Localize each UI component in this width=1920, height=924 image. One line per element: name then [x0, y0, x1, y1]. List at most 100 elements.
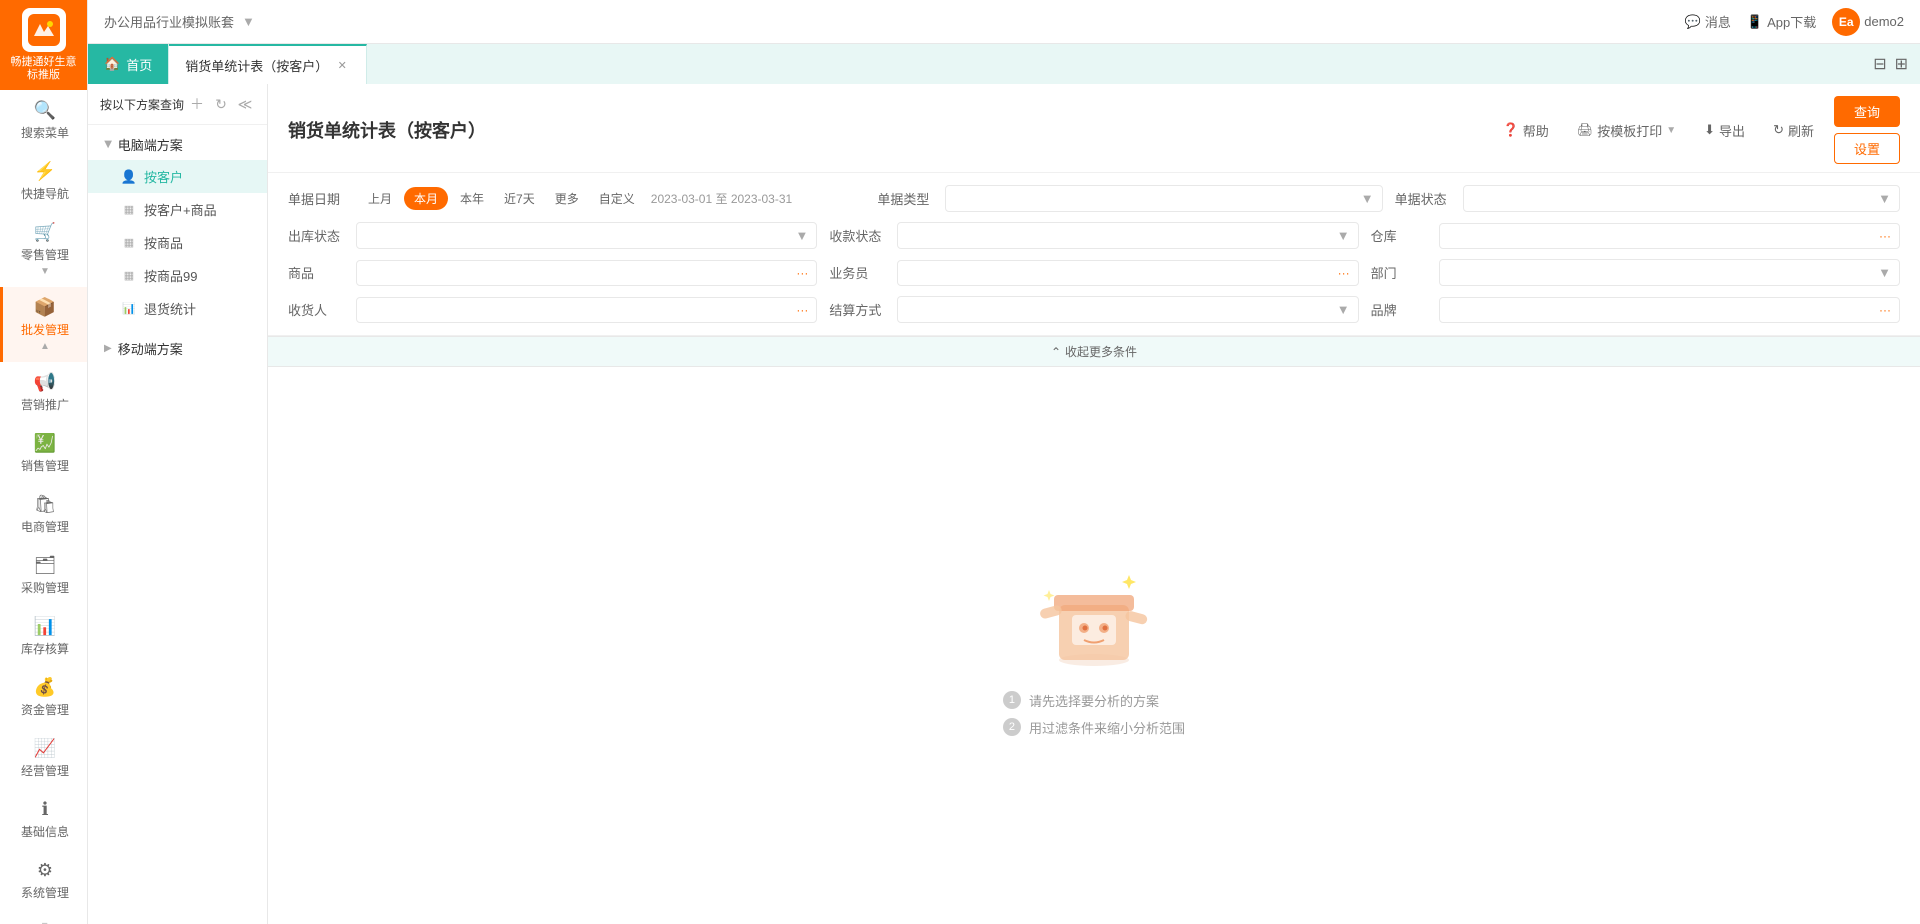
wholesale-arrow-icon: ▲	[40, 341, 50, 352]
logo[interactable]: 畅捷通好生意 标推版	[0, 0, 87, 90]
tree-item-by-goods99[interactable]: ▦ 按商品99	[88, 259, 267, 292]
brand-field[interactable]: ···	[1439, 297, 1900, 323]
add-scheme-btn[interactable]: ＋	[187, 94, 207, 114]
sidebar-item-basic-info[interactable]: ℹ 基础信息	[0, 789, 87, 850]
left-panel-title: 按以下方案查询	[100, 96, 184, 113]
tree-group-mobile-header[interactable]: ▶ 移动端方案	[88, 333, 267, 364]
sidebar-item-sales-mgmt[interactable]: 💹 销售管理	[0, 423, 87, 484]
filter-row-4: 收货人 ··· 结算方式 ▼ 品牌	[288, 296, 1900, 323]
app-name: 畅捷通好生意 标推版	[11, 56, 77, 82]
sidebar-item-quick-nav[interactable]: ⚡ 快捷导航	[0, 151, 87, 212]
settlement-dropdown-icon: ▼	[1337, 302, 1350, 317]
wholesale-icon: 📦	[34, 297, 56, 318]
tip-2-text: 用过滤条件来缩小分析范围	[1029, 718, 1185, 737]
settlement-field[interactable]: ▼	[897, 296, 1358, 323]
sidebar-item-marketing[interactable]: 📢 营销推广	[0, 362, 87, 423]
by-customer-icon: 👤	[120, 168, 138, 186]
query-btn[interactable]: 查询	[1834, 96, 1900, 127]
finance-icon: 💰	[34, 677, 56, 698]
settings-btn[interactable]: 设置	[1834, 133, 1900, 164]
sales-mgmt-icon: 💹	[34, 433, 56, 454]
sidebar-item-system[interactable]: ⚙ 系统管理	[0, 850, 87, 911]
collapse-bar[interactable]: ⌃ 收起更多条件	[268, 336, 1920, 367]
top-header-right: 💬 消息 📱 App下载 Ea demo2	[1685, 8, 1904, 36]
tab-minimize-icon[interactable]: ⊟	[1873, 54, 1886, 74]
sidebar-item-wholesale[interactable]: 📦 批发管理 ▲	[0, 287, 87, 362]
date-btn-last-month[interactable]: 上月	[360, 186, 400, 211]
help-btn[interactable]: ❓ 帮助	[1495, 117, 1557, 144]
top-header: 办公用品行业模拟账套 ▼ 💬 消息 📱 App下载 Ea demo2	[88, 0, 1920, 44]
print-icon: 🖨	[1577, 122, 1594, 138]
tab-home[interactable]: 🏠 首页	[88, 44, 169, 84]
sidebar-item-search-menu[interactable]: 🔍 搜索菜单	[0, 90, 87, 151]
consignee-field[interactable]: ···	[356, 297, 817, 323]
date-btn-7days[interactable]: 近7天	[496, 186, 543, 211]
empty-tip-2: 2 用过滤条件来缩小分析范围	[1003, 718, 1185, 737]
industry-label: 办公用品行业模拟账套	[104, 12, 234, 31]
export-icon: ⬇	[1704, 122, 1715, 138]
by-customer-goods-icon: ▦	[120, 201, 138, 219]
payment-status-field[interactable]: ▼	[897, 222, 1358, 249]
date-btn-this-month[interactable]: 本月	[404, 187, 448, 210]
refresh-scheme-btn[interactable]: ↻	[211, 94, 231, 114]
purchase-icon: 🗂	[34, 555, 57, 576]
tab-close-icon[interactable]: ✕	[334, 57, 350, 73]
goods-field[interactable]: ···	[356, 260, 817, 286]
user-profile[interactable]: Ea demo2	[1832, 8, 1904, 36]
date-filter: 上月 本月 本年 近7天 更多 自定义 2023-03-01 至 2023-03…	[360, 186, 865, 211]
tree-group-mobile: ▶ 移动端方案	[88, 329, 267, 368]
desktop-group-label: 电脑端方案	[118, 135, 183, 154]
sidebar-item-purchase[interactable]: 🗂 采购管理	[0, 545, 87, 606]
date-btn-more[interactable]: 更多	[547, 186, 587, 211]
sidebar-item-inventory[interactable]: 📊 库存核算	[0, 606, 87, 667]
sidebar-item-ecommerce[interactable]: 🛍 电商管理	[0, 484, 87, 545]
tab-sales-stat[interactable]: 销货单统计表（按客户） ✕	[169, 44, 367, 84]
sidebar-item-finance[interactable]: 💰 资金管理	[0, 667, 87, 728]
date-btn-this-year[interactable]: 本年	[452, 186, 492, 211]
tab-maximize-icon[interactable]: ⊞	[1895, 54, 1908, 74]
sidebar-nav: 🔍 搜索菜单 ⚡ 快捷导航 🛒 零售管理 ▼ 📦 批发管理 ▲ 📢 营销推广 💹…	[0, 90, 87, 924]
tree-group-desktop-header[interactable]: ▶ 电脑端方案	[88, 129, 267, 160]
payment-status-label: 收款状态	[829, 226, 889, 245]
date-range: 2023-03-01 至 2023-03-31	[651, 190, 792, 207]
staff-label: 业务员	[829, 263, 889, 282]
sidebar-item-retail[interactable]: 🛒 零售管理 ▼	[0, 212, 87, 287]
dept-field[interactable]: ▼	[1439, 259, 1900, 286]
doc-type-field[interactable]: ▼	[945, 185, 1382, 212]
tree-item-by-customer-goods[interactable]: ▦ 按客户+商品	[88, 193, 267, 226]
sidebar-item-operations[interactable]: 📈 经营管理	[0, 728, 87, 789]
warehouse-field[interactable]: ···	[1439, 223, 1900, 249]
filter-area: 单据日期 上月 本月 本年 近7天 更多 自定义 2023-03-01 至 20…	[268, 173, 1920, 336]
industry-dropdown-icon[interactable]: ▼	[242, 14, 255, 29]
page-header-actions: ❓ 帮助 🖨 按模板打印 ▼ ⬇ 导出 ↻ 刷新	[1495, 96, 1901, 164]
tree-item-return-stat[interactable]: 📊 退货统计	[88, 292, 267, 325]
tree-item-by-goods[interactable]: ▦ 按商品	[88, 226, 267, 259]
filter-row-3: 商品 ··· 业务员 ··· 部门	[288, 259, 1900, 286]
empty-tips: 1 请先选择要分析的方案 2 用过滤条件来缩小分析范围	[1003, 691, 1185, 737]
doc-type-label: 单据类型	[877, 189, 937, 208]
app-download-btn[interactable]: 📱 App下载	[1747, 12, 1816, 31]
left-panel-actions: ＋ ↻ ≪	[187, 94, 255, 114]
sidebar-item-enterprise[interactable]: 🏢 企业协同	[0, 911, 87, 924]
tip-2-number: 2	[1003, 718, 1021, 736]
collapse-panel-btn[interactable]: ≪	[235, 94, 255, 114]
operations-icon: 📈	[34, 738, 56, 759]
doc-status-field[interactable]: ▼	[1463, 185, 1900, 212]
staff-field[interactable]: ···	[897, 260, 1358, 286]
date-btn-custom[interactable]: 自定义	[591, 186, 643, 211]
doc-status-label: 单据状态	[1395, 189, 1455, 208]
brand-label: 品牌	[1371, 300, 1431, 319]
filter-row-2: 出库状态 ▼ 收款状态 ▼ 仓库	[288, 222, 1900, 249]
message-icon: 💬	[1685, 14, 1701, 30]
export-btn[interactable]: ⬇ 导出	[1696, 117, 1753, 144]
refresh-btn[interactable]: ↻ 刷新	[1765, 117, 1822, 144]
tree-item-by-customer[interactable]: 👤 按客户	[88, 160, 267, 193]
template-print-btn[interactable]: 🖨 按模板打印 ▼	[1569, 117, 1684, 144]
out-status-field[interactable]: ▼	[356, 222, 817, 249]
mobile-group-label: 移动端方案	[118, 339, 183, 358]
tip-1-number: 1	[1003, 691, 1021, 709]
app-download-icon: 📱	[1747, 14, 1763, 30]
message-btn[interactable]: 💬 消息	[1685, 12, 1731, 31]
top-header-left: 办公用品行业模拟账套 ▼	[104, 12, 255, 31]
dept-label: 部门	[1371, 263, 1431, 282]
